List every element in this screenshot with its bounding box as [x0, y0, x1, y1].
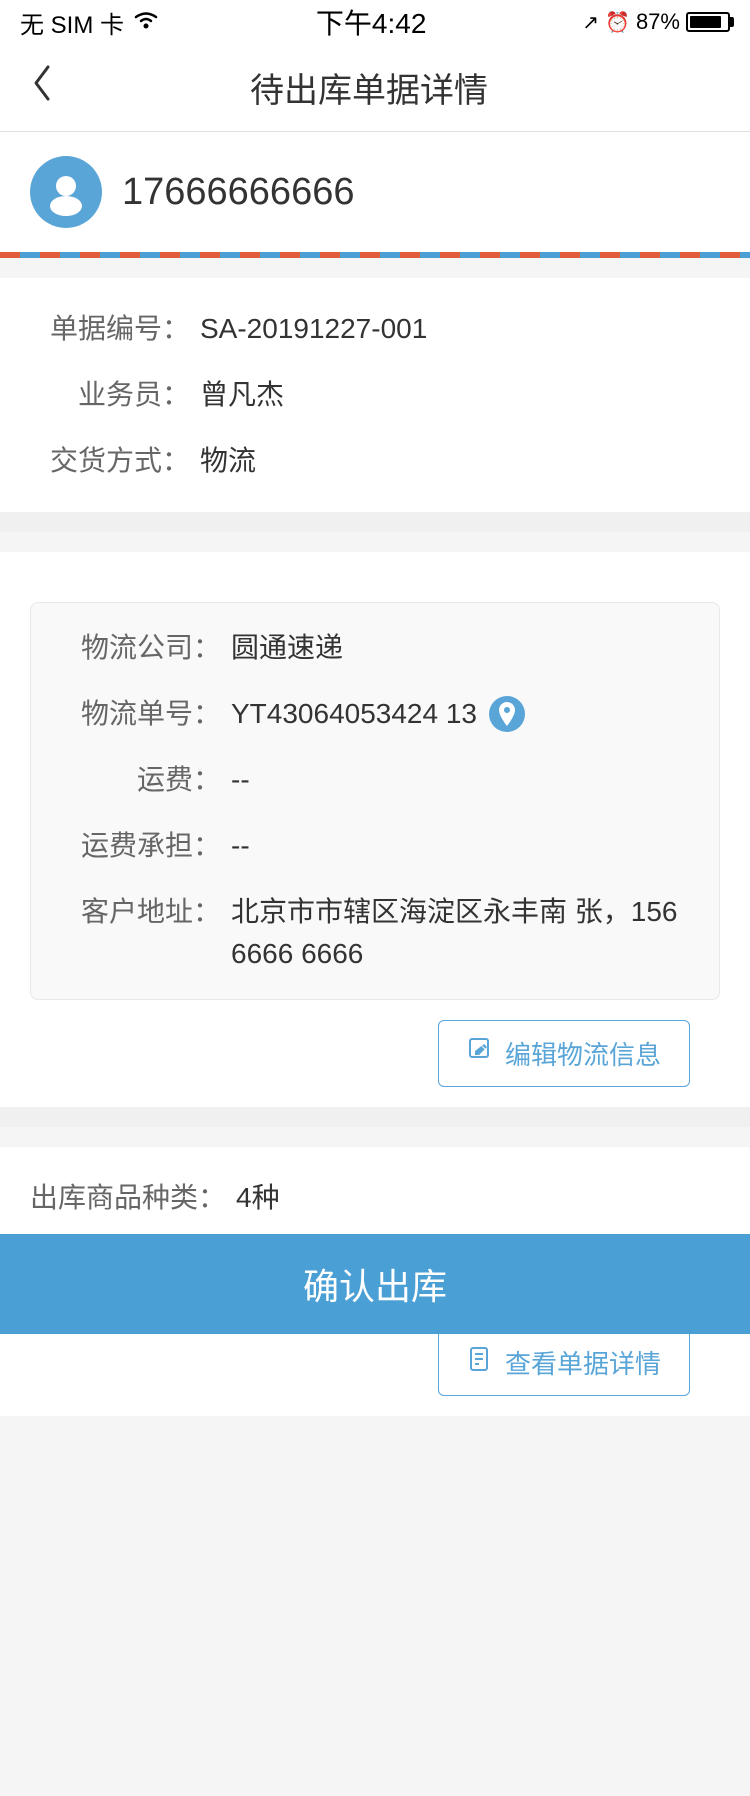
separator-2	[0, 1107, 750, 1127]
status-right: ↗ ⏰ 87%	[582, 9, 730, 35]
doc-number-row: 单据编号： SA-20191227-001	[30, 308, 720, 350]
tracking-value: YT43064053424 13	[231, 693, 689, 735]
goods-type-value: 4种	[236, 1177, 720, 1219]
delivery-label: 交货方式：	[30, 440, 190, 482]
page-title: 待出库单据详情	[64, 63, 674, 112]
salesperson-value: 曾凡杰	[200, 374, 720, 416]
battery-percent: 87%	[636, 9, 680, 35]
location-icon[interactable]	[489, 696, 525, 732]
document-info-section: 单据编号： SA-20191227-001 业务员： 曾凡杰 交货方式： 物流	[0, 278, 750, 512]
freight-label: 运费：	[61, 759, 221, 801]
freight-bearer-row: 运费承担： --	[61, 825, 689, 867]
alarm-icon: ⏰	[605, 10, 630, 35]
status-time: 下午4:42	[316, 2, 427, 42]
logistics-company-row: 物流公司： 圆通速递	[61, 627, 689, 669]
user-phone: 17666666666	[122, 171, 354, 214]
tracking-label: 物流单号：	[61, 693, 221, 735]
status-bar: 无 SIM 卡 下午4:42 ↗ ⏰ 87%	[0, 0, 750, 44]
address-row: 客户地址： 北京市市辖区海淀区永丰南 张，156 6666 6666	[61, 891, 689, 975]
salesperson-row: 业务员： 曾凡杰	[30, 374, 720, 416]
edit-logistics-container: 编辑物流信息	[30, 1000, 720, 1107]
freight-row: 运费： --	[61, 759, 689, 801]
decorative-divider	[0, 252, 750, 258]
carrier-text: 无 SIM 卡	[20, 5, 124, 40]
wifi-icon	[132, 8, 160, 36]
logistics-card: 物流公司： 圆通速递 物流单号： YT43064053424 13 运费： --	[30, 602, 720, 1000]
logistics-company-label: 物流公司：	[61, 627, 221, 669]
delivery-value: 物流	[200, 440, 720, 482]
edit-logistics-label: 编辑物流信息	[505, 1035, 661, 1072]
tracking-row: 物流单号： YT43064053424 13	[61, 693, 689, 735]
back-button[interactable]	[20, 53, 64, 122]
doc-icon	[467, 1345, 495, 1380]
edit-icon	[467, 1036, 495, 1071]
doc-number-label: 单据编号：	[30, 308, 190, 350]
confirm-button[interactable]: 确认出库	[0, 1234, 750, 1334]
doc-number-value: SA-20191227-001	[200, 308, 720, 350]
nav-bar: 待出库单据详情	[0, 44, 750, 132]
edit-logistics-button[interactable]: 编辑物流信息	[438, 1020, 690, 1087]
freight-bearer-value: --	[231, 825, 689, 867]
logistics-company-value: 圆通速递	[231, 627, 689, 669]
goods-type-label: 出库商品种类：	[30, 1177, 226, 1219]
goods-type-row: 出库商品种类： 4种	[30, 1177, 720, 1219]
freight-bearer-label: 运费承担：	[61, 825, 221, 867]
view-doc-button[interactable]: 查看单据详情	[438, 1329, 690, 1396]
user-section: 17666666666	[0, 132, 750, 252]
address-label: 客户地址：	[61, 891, 221, 975]
view-doc-label: 查看单据详情	[505, 1344, 661, 1381]
address-value: 北京市市辖区海淀区永丰南 张，156 6666 6666	[231, 891, 689, 975]
location-status-icon: ↗	[582, 10, 599, 35]
delivery-row: 交货方式： 物流	[30, 440, 720, 482]
status-left: 无 SIM 卡	[20, 5, 160, 40]
freight-value: --	[231, 759, 689, 801]
bottom-bar: 确认出库	[0, 1234, 750, 1334]
salesperson-label: 业务员：	[30, 374, 190, 416]
logistics-section: 物流公司： 圆通速递 物流单号： YT43064053424 13 运费： --	[0, 552, 750, 1107]
battery-icon	[686, 12, 730, 32]
spacer-area	[0, 1416, 750, 1696]
avatar	[30, 156, 102, 228]
separator-1	[0, 512, 750, 532]
